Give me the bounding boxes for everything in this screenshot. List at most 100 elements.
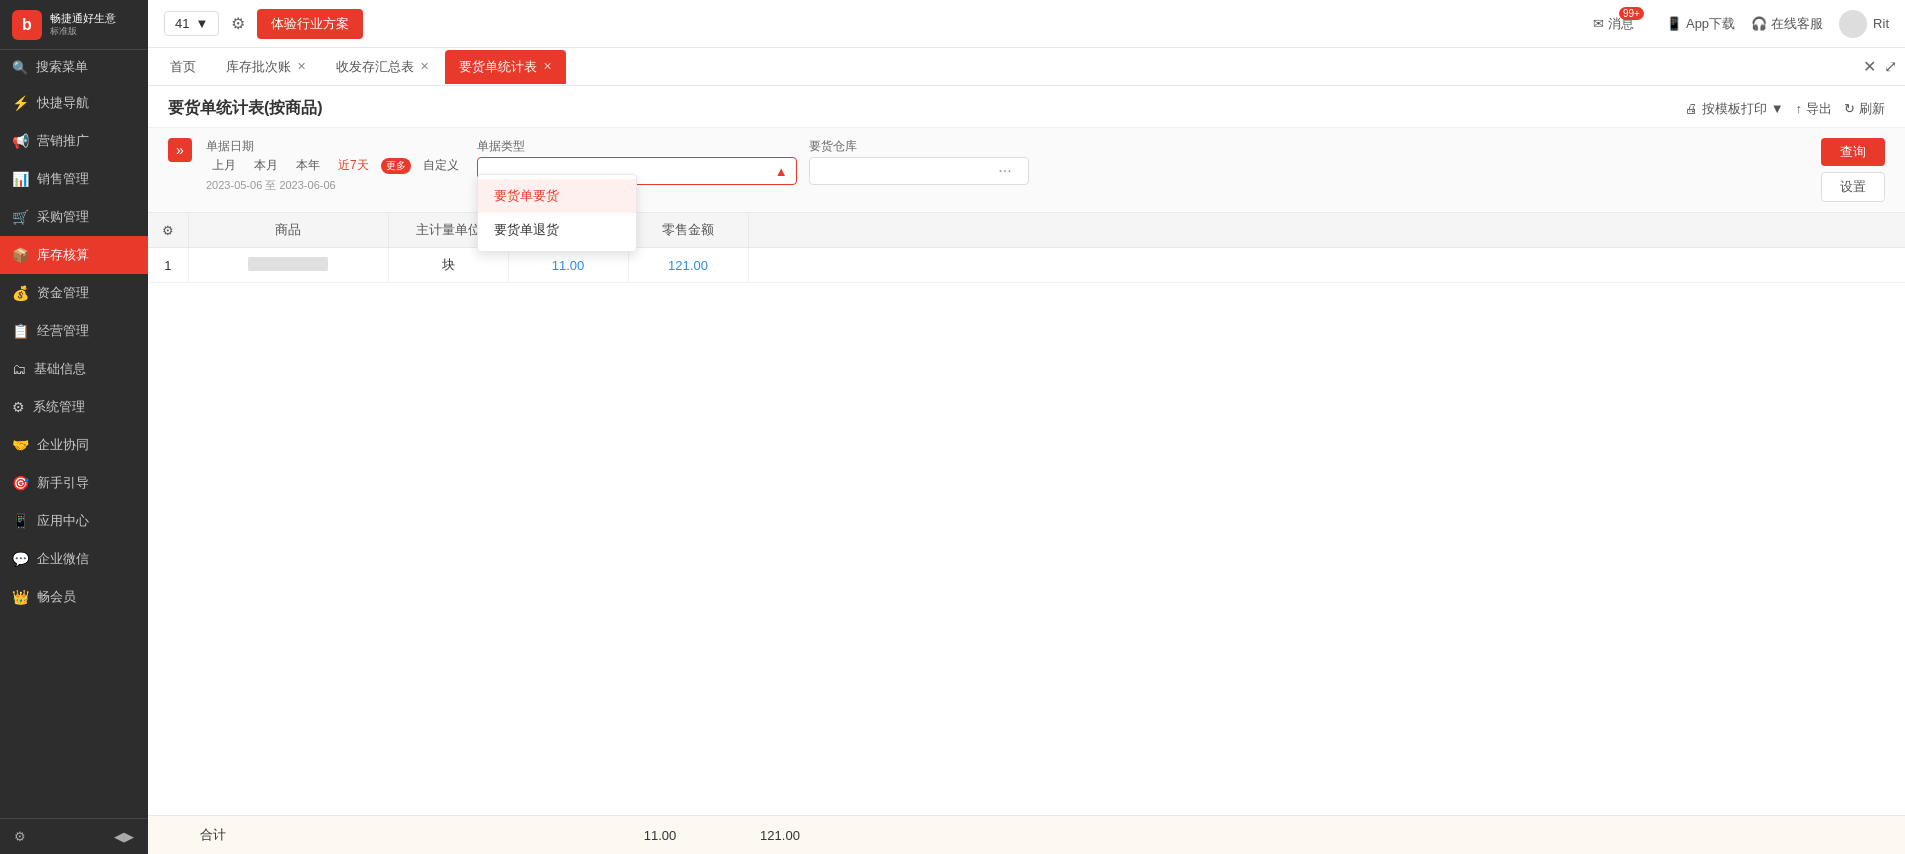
tab-label: 库存批次账	[226, 58, 291, 76]
sidebar-item-label: 采购管理	[37, 208, 89, 226]
col-product: 商品	[188, 213, 388, 248]
sidebar-item-label: 经营管理	[37, 322, 89, 340]
filter-groups: 单据日期 上月 本月 本年 近7天 更多 自定义 2023-05-06 至 20…	[206, 138, 1821, 193]
sidebar-item-wechat[interactable]: 💬 企业微信	[0, 540, 148, 578]
quantity-link[interactable]: 11.00	[552, 258, 585, 273]
sidebar-settings-icon[interactable]: ⚙	[14, 829, 26, 844]
sidebar-item-operations[interactable]: 📋 经营管理	[0, 312, 148, 350]
sidebar-search[interactable]: 🔍 搜索菜单	[0, 50, 148, 84]
tab-receive-summary[interactable]: 收发存汇总表 ✕	[322, 50, 443, 84]
refresh-button[interactable]: ↻ 刷新	[1844, 100, 1885, 118]
print-label: 按模板打印	[1702, 100, 1767, 118]
sidebar-item-label: 系统管理	[33, 398, 85, 416]
tab-order-summary[interactable]: 要货单统计表 ✕	[445, 50, 566, 84]
cell-product	[188, 248, 388, 283]
date-btn-last-month[interactable]: 上月	[206, 155, 242, 176]
date-btn-7days[interactable]: 近7天	[332, 155, 375, 176]
sidebar-item-label: 企业协同	[37, 436, 89, 454]
basic-icon: 🗂	[12, 361, 26, 377]
sales-icon: 📊	[12, 171, 29, 187]
col-gear[interactable]: ⚙	[148, 213, 188, 248]
download-icon: 📱	[1666, 16, 1682, 31]
tab-close-icon[interactable]: ✕	[420, 60, 429, 73]
table-footer: 合计 11.00 121.00	[148, 815, 1905, 854]
data-table: ⚙ 商品 主计量单位 主数量 零售金额 1 块	[148, 213, 1905, 283]
table-header-row: ⚙ 商品 主计量单位 主数量 零售金额	[148, 213, 1905, 248]
export-label: 导出	[1806, 100, 1832, 118]
date-btn-this-year[interactable]: 本年	[290, 155, 326, 176]
appstore-icon: 📱	[12, 513, 29, 529]
tab-label: 要货单统计表	[459, 58, 537, 76]
amount-link[interactable]: 121.00	[668, 258, 708, 273]
online-service-button[interactable]: 🎧 在线客服	[1751, 15, 1823, 33]
filter-expand-button[interactable]: »	[168, 138, 192, 162]
tab-close-icon[interactable]: ✕	[543, 60, 552, 73]
tab-inventory-batch[interactable]: 库存批次账 ✕	[212, 50, 320, 84]
headset-icon: 🎧	[1751, 16, 1767, 31]
refresh-icon: ↻	[1844, 101, 1855, 116]
footer-label: 合计	[200, 826, 480, 844]
sidebar-item-label: 基础信息	[34, 360, 86, 378]
more-dots-icon[interactable]: ···	[998, 162, 1011, 180]
filter-action-buttons: 查询 设置	[1821, 138, 1885, 202]
cell-unit: 块	[388, 248, 508, 283]
filter-settings-button[interactable]: 设置	[1821, 172, 1885, 202]
dropdown-item-order[interactable]: 要货单要货	[478, 179, 636, 213]
dropdown-item-return[interactable]: 要货单退货	[478, 213, 636, 247]
warehouse-filter-label: 要货仓库	[809, 138, 1029, 155]
date-btn-this-month[interactable]: 本月	[248, 155, 284, 176]
app-download-button[interactable]: 📱 App下载	[1666, 15, 1735, 33]
cell-quantity: 11.00	[508, 248, 628, 283]
sidebar-item-label: 新手引导	[37, 474, 89, 492]
product-name-placeholder	[248, 257, 328, 271]
sidebar-item-appstore[interactable]: 📱 应用中心	[0, 502, 148, 540]
sidebar-item-label: 畅会员	[37, 588, 76, 606]
sidebar-item-label: 资金管理	[37, 284, 89, 302]
user-profile[interactable]: Rit	[1839, 10, 1889, 38]
industry-button[interactable]: 体验行业方案	[257, 9, 363, 39]
date-btn-custom[interactable]: 自定义	[417, 155, 465, 176]
sidebar-item-finance[interactable]: 💰 资金管理	[0, 274, 148, 312]
sidebar-item-guide[interactable]: 🎯 新手引导	[0, 464, 148, 502]
avatar	[1839, 10, 1867, 38]
page-title: 要货单统计表(按商品)	[168, 98, 323, 119]
message-badge: 99+	[1619, 7, 1644, 20]
print-button[interactable]: 🖨 按模板打印 ▼	[1685, 100, 1784, 118]
sidebar-item-sales[interactable]: 📊 销售管理	[0, 160, 148, 198]
sidebar-item-basic[interactable]: 🗂 基础信息	[0, 350, 148, 388]
type-dropdown: 要货单要货 要货单退货	[477, 174, 637, 252]
sidebar-collapse-icon[interactable]: ◀▶	[114, 829, 134, 844]
filter-warehouse-group: 要货仓库 ···	[809, 138, 1029, 185]
sidebar-item-label: 营销推广	[37, 132, 89, 150]
sidebar-item-label: 销售管理	[37, 170, 89, 188]
sidebar-item-marketing[interactable]: 📢 营销推广	[0, 122, 148, 160]
query-button[interactable]: 查询	[1821, 138, 1885, 166]
header-gear-icon[interactable]: ⚙	[231, 14, 245, 33]
sidebar-item-enterprise[interactable]: 🤝 企业协同	[0, 426, 148, 464]
sidebar-item-inventory[interactable]: 📦 库存核算	[0, 236, 148, 274]
col-amount: 零售金额	[628, 213, 748, 248]
tab-home[interactable]: 首页	[156, 52, 210, 82]
sidebar-item-system[interactable]: ⚙ 系统管理	[0, 388, 148, 426]
table-row: 1 块 11.00 121.00	[148, 248, 1905, 283]
tab-expand-icon[interactable]: ⤢	[1884, 57, 1897, 76]
header-right: ✉ 消息 99+ 📱 App下载 🎧 在线客服 Rit	[1593, 10, 1889, 38]
refresh-label: 刷新	[1859, 100, 1885, 118]
chevron-down-icon: ▼	[1771, 101, 1784, 116]
chevron-up-icon: ▲	[775, 164, 788, 179]
sidebar-item-quick-nav[interactable]: ⚡ 快捷导航	[0, 84, 148, 122]
chevron-down-icon: ▼	[195, 16, 208, 31]
message-button[interactable]: ✉ 消息 99+	[1593, 15, 1634, 33]
tab-close-icon[interactable]: ✕	[297, 60, 306, 73]
table-area: ⚙ 商品 主计量单位 主数量 零售金额 1 块	[148, 213, 1905, 815]
company-selector[interactable]: 41 ▼	[164, 11, 219, 36]
tab-close-all-icon[interactable]: ✕	[1863, 57, 1876, 76]
date-range-text: 2023-05-06 至 2023-06-06	[206, 178, 465, 193]
export-button[interactable]: ↑ 导出	[1796, 100, 1833, 118]
warehouse-filter-input[interactable]: ···	[809, 157, 1029, 185]
sidebar-item-member[interactable]: 👑 畅会员	[0, 578, 148, 616]
date-more-badge[interactable]: 更多	[381, 158, 411, 174]
app-download-label: App下载	[1686, 15, 1735, 33]
sidebar-item-purchase[interactable]: 🛒 采购管理	[0, 198, 148, 236]
operations-icon: 📋	[12, 323, 29, 339]
